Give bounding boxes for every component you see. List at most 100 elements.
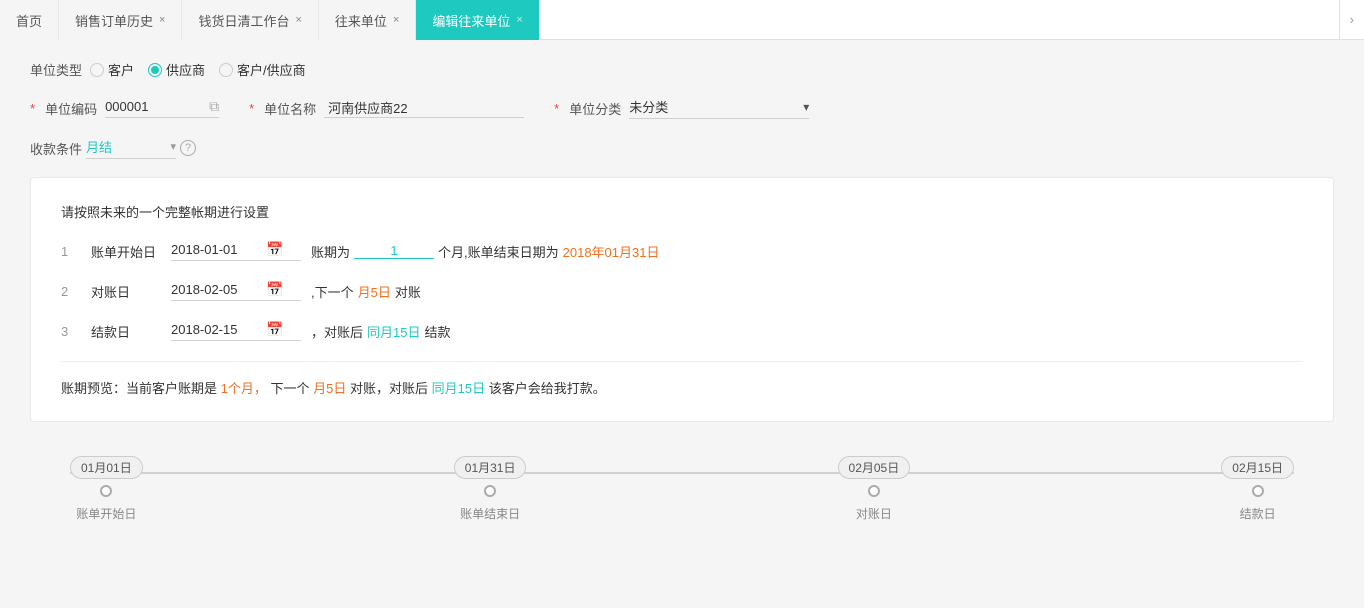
radio-both[interactable]: 客户/供应商 xyxy=(219,60,306,79)
node-1-label: 账单结束日 xyxy=(460,505,520,522)
payment-label: 收款条件 xyxy=(30,139,82,158)
preview-reconcile-suffix: 对账，对账后 xyxy=(350,381,428,396)
main-content: 单位类型 客户 供应商 客户/供应商 * 单位编码 xyxy=(0,40,1364,608)
radio-group: 客户 供应商 客户/供应商 xyxy=(90,60,306,79)
billing-row-2: 2 对账日 📅 ,下一个 月5日 对账 xyxy=(61,281,1303,301)
unit-category-field: * 单位分类 未分类 ▾ xyxy=(554,97,809,119)
billing-row-3: 3 结款日 📅 ，对账后 同月15日 结款 xyxy=(61,321,1303,341)
payment-help-icon[interactable]: ? xyxy=(180,140,196,156)
tab-home[interactable]: 首页 xyxy=(0,0,59,40)
node-0-dot xyxy=(100,485,112,497)
unit-category-value: 未分类 xyxy=(629,97,797,116)
preview-reconcile-prefix: 下一个 xyxy=(271,381,310,396)
tab-sales-label: 销售订单历史 xyxy=(75,11,153,30)
row-3-suffix: ，对账后 同月15日 结款 xyxy=(311,322,451,341)
unit-name-field: * 单位名称 xyxy=(249,98,524,118)
payment-select[interactable]: 月结 ▾ xyxy=(86,137,176,159)
preview-suffix: 该客户会给我打款。 xyxy=(489,381,606,396)
billing-card: 请按照未来的一个完整帐期进行设置 1 账单开始日 📅 账期为 个月,账单结束日期… xyxy=(30,177,1334,422)
card-title: 请按照未来的一个完整帐期进行设置 xyxy=(61,202,1303,221)
unit-category-label: 单位分类 xyxy=(569,99,621,118)
node-1-badge: 01月31日 xyxy=(454,456,527,479)
row-3-label: 结款日 xyxy=(91,322,161,341)
preview-pay-day: 同月15日 xyxy=(432,381,485,396)
payment-value: 月结 xyxy=(86,137,164,156)
row-2-calendar-icon[interactable]: 📅 xyxy=(266,281,283,298)
tab-cash-desk[interactable]: 钱货日清工作台 × xyxy=(182,0,318,40)
node-3-label: 结款日 xyxy=(1240,505,1276,522)
radio-supplier[interactable]: 供应商 xyxy=(148,60,205,79)
unit-code-field: * 单位编码 ⧉ xyxy=(30,98,219,118)
node-3-dot xyxy=(1252,485,1264,497)
unit-code-input[interactable] xyxy=(105,99,205,114)
payment-chevron-icon: ▾ xyxy=(170,140,176,153)
unit-code-copy-icon[interactable]: ⧉ xyxy=(209,98,219,115)
category-chevron-icon: ▾ xyxy=(803,100,809,114)
row-3-num: 3 xyxy=(61,324,81,339)
preview-prefix: 账期预览：当前客户账期是 xyxy=(61,381,217,396)
tab-edit-contact[interactable]: 编辑往来单位 × xyxy=(416,0,539,40)
tab-cash-label: 钱货日清工作台 xyxy=(198,11,289,30)
unit-info-row: * 单位编码 ⧉ * 单位名称 * 单位分类 未分类 ▾ xyxy=(30,97,1334,119)
row-1-suffix: 账期为 个月,账单结束日期为 2018年01月31日 xyxy=(311,242,659,261)
radio-customer-label: 客户 xyxy=(108,60,134,79)
row-2-suffix-part2: 对账 xyxy=(395,282,421,301)
row-1-num: 1 xyxy=(61,244,81,259)
row-2-highlight-day: 月5日 xyxy=(358,282,391,301)
unit-name-label: 单位名称 xyxy=(264,99,316,118)
tab-sales-close[interactable]: × xyxy=(159,14,165,26)
preview-reconcile-day: 月5日 xyxy=(313,381,346,396)
preview-month: 1个月， xyxy=(221,381,267,396)
tab-contacts-close[interactable]: × xyxy=(393,14,399,26)
row-1-suffix-before: 账期为 xyxy=(311,242,350,261)
period-input[interactable] xyxy=(354,243,434,259)
tab-home-label: 首页 xyxy=(16,11,42,30)
tab-contacts[interactable]: 往来单位 × xyxy=(319,0,416,40)
row-3-prefix: ，对账后 xyxy=(311,322,363,341)
tab-edit-label: 编辑往来单位 xyxy=(432,11,510,30)
tab-sales-history[interactable]: 销售订单历史 × xyxy=(59,0,182,40)
tab-edit-close[interactable]: × xyxy=(516,14,522,26)
unit-code-label: 单位编码 xyxy=(45,99,97,118)
timeline-node-0: 01月01日 账单开始日 xyxy=(70,456,143,522)
radio-customer[interactable]: 客户 xyxy=(90,60,134,79)
row-1-suffix-month: 个月,账单结束日期为 xyxy=(438,242,559,261)
payment-field: 收款条件 月结 ▾ ? xyxy=(30,137,196,159)
row-1-calendar-icon[interactable]: 📅 xyxy=(266,241,283,258)
unit-code-input-wrap: ⧉ xyxy=(105,98,219,118)
name-required-star: * xyxy=(249,101,254,116)
row-1-label: 账单开始日 xyxy=(91,242,161,261)
tab-more-arrow[interactable]: › xyxy=(1339,0,1364,39)
radio-customer-dot xyxy=(90,63,104,77)
node-2-badge: 02月05日 xyxy=(838,456,911,479)
row-2-label: 对账日 xyxy=(91,282,161,301)
row-1-date-wrap: 📅 xyxy=(171,241,301,261)
billing-row-1: 1 账单开始日 📅 账期为 个月,账单结束日期为 2018年01月31日 xyxy=(61,241,1303,261)
row-1-date-input[interactable] xyxy=(171,242,266,257)
row-2-prefix: ,下一个 xyxy=(311,282,354,301)
row-3-calendar-icon[interactable]: 📅 xyxy=(266,321,283,338)
timeline-node-2: 02月05日 对账日 xyxy=(838,456,911,522)
node-1-dot xyxy=(484,485,496,497)
unit-type-row: 单位类型 客户 供应商 客户/供应商 xyxy=(30,60,1334,79)
node-0-badge: 01月01日 xyxy=(70,456,143,479)
row-3-suffix-part2: 结款 xyxy=(424,322,450,341)
node-0-label: 账单开始日 xyxy=(76,505,136,522)
unit-name-input[interactable] xyxy=(324,98,524,118)
cat-required-star: * xyxy=(554,101,559,116)
tabs-bar: 首页 销售订单历史 × 钱货日清工作台 × 往来单位 × 编辑往来单位 × › xyxy=(0,0,1364,40)
row-1-end-date: 2018年01月31日 xyxy=(563,242,660,261)
payment-row: 收款条件 月结 ▾ ? xyxy=(30,137,1334,159)
row-2-suffix: ,下一个 月5日 对账 xyxy=(311,282,421,301)
row-2-date-input[interactable] xyxy=(171,282,266,297)
unit-category-select[interactable]: 未分类 ▾ xyxy=(629,97,809,119)
node-2-dot xyxy=(868,485,880,497)
preview-section: 账期预览：当前客户账期是 1个月， 下一个 月5日 对账，对账后 同月15日 该… xyxy=(61,361,1303,397)
row-2-num: 2 xyxy=(61,284,81,299)
code-required-star: * xyxy=(30,101,35,116)
node-3-badge: 02月15日 xyxy=(1221,456,1294,479)
tab-cash-close[interactable]: × xyxy=(295,14,301,26)
timeline: 01月01日 账单开始日 01月31日 账单结束日 02月05日 对账日 02月… xyxy=(30,446,1334,532)
timeline-nodes: 01月01日 账单开始日 01月31日 账单结束日 02月05日 对账日 02月… xyxy=(70,456,1294,522)
row-3-date-input[interactable] xyxy=(171,322,266,337)
